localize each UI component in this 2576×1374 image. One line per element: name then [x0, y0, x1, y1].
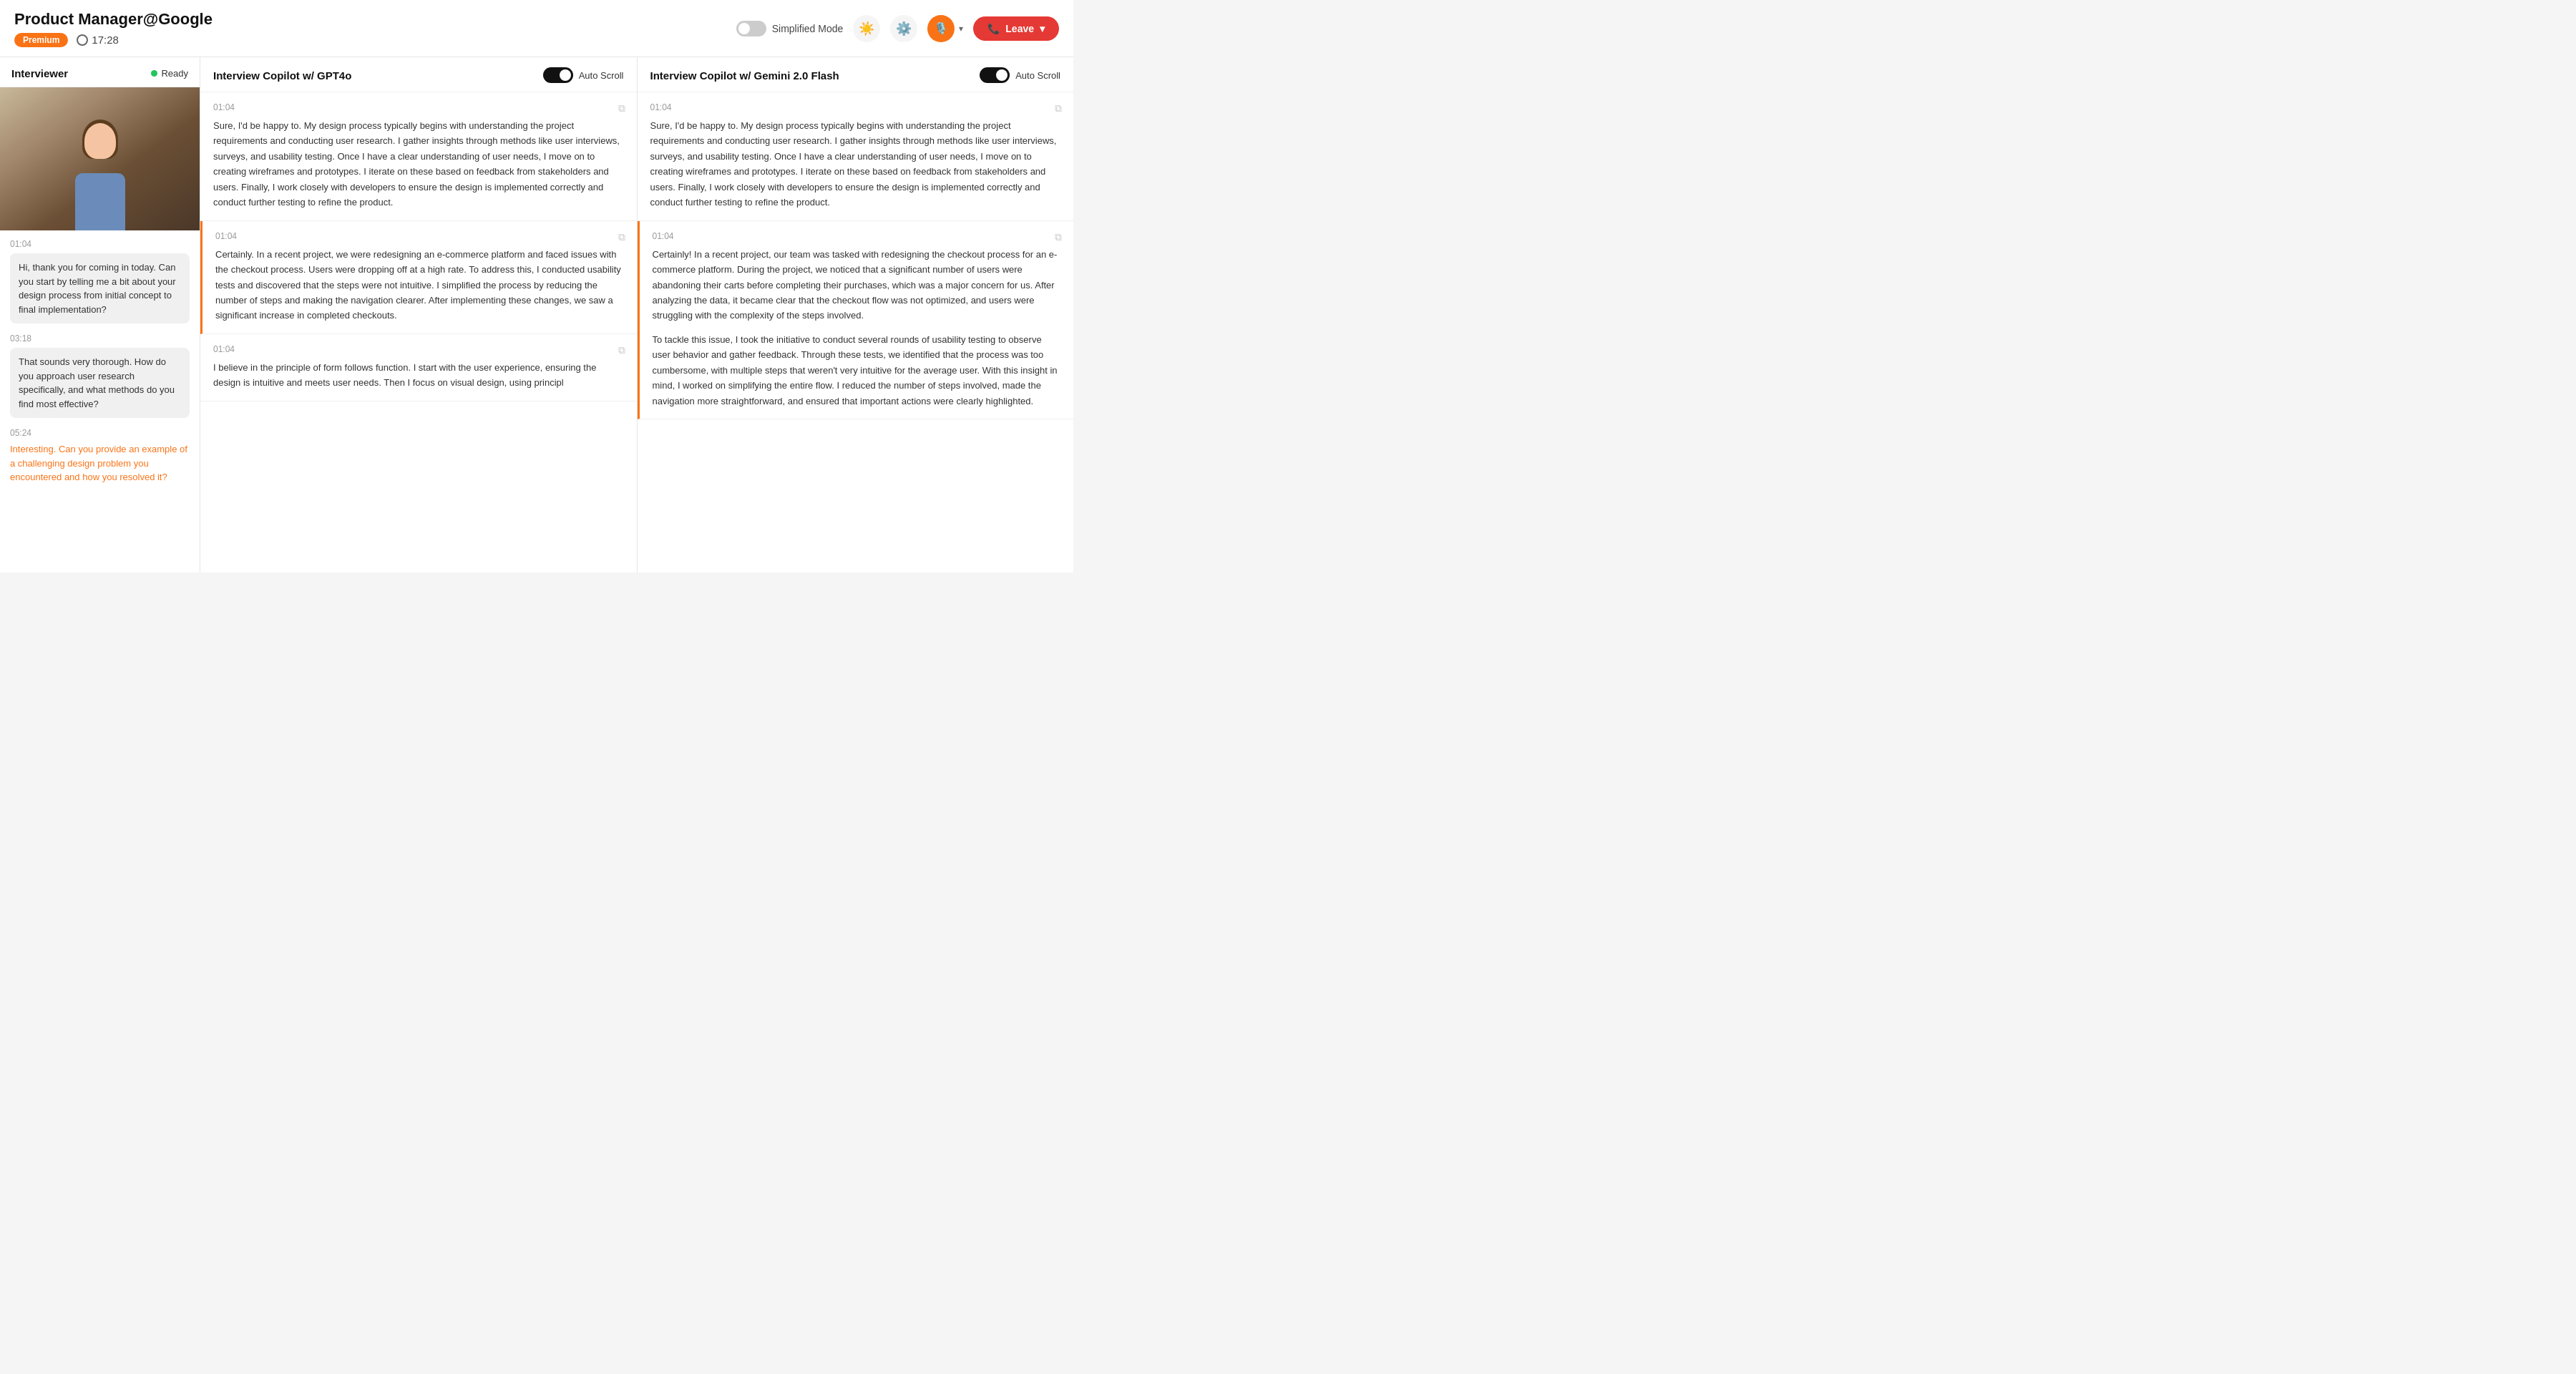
- status-dot: [151, 70, 157, 77]
- header-right: Simplified Mode ☀️ ⚙️ 🎙️ ▾ 📞 Leave ▾: [736, 15, 1059, 42]
- brightness-button[interactable]: ☀️: [853, 15, 880, 42]
- transcript-bubble-2: That sounds very thorough. How do you ap…: [10, 348, 190, 418]
- header-left: Product Manager@Google Premium 17:28: [14, 10, 213, 47]
- right-toggle-knob: [996, 69, 1008, 81]
- msg-text-m3: I believe in the principle of form follo…: [213, 360, 624, 391]
- copy-icon-r1[interactable]: ⧉: [1055, 102, 1062, 114]
- transcript-question-3: Interesting. Can you provide an example …: [10, 442, 190, 484]
- copilot-panels: Interview Copilot w/ GPT4o Auto Scroll 0…: [200, 57, 1073, 572]
- interviewer-title: Interviewer: [11, 67, 68, 79]
- list-item: 05:24 Interesting. Can you provide an ex…: [10, 428, 190, 484]
- msg-continuation-r2: To tackle this issue, I took the initiat…: [653, 332, 1061, 409]
- middle-messages-area: 01:04 Sure, I'd be happy to. My design p…: [200, 92, 637, 572]
- simplified-mode-knob: [738, 23, 750, 34]
- status-label: Ready: [161, 68, 188, 79]
- app-title: Product Manager@Google: [14, 10, 213, 29]
- list-item: 01:04 Certainly. In a recent project, we…: [200, 221, 637, 334]
- mic-group: 🎙️ ▾: [927, 15, 963, 42]
- msg-text-r1: Sure, I'd be happy to. My design process…: [650, 118, 1061, 210]
- middle-panel-title: Interview Copilot w/ GPT4o: [213, 69, 351, 82]
- middle-toggle-knob: [560, 69, 571, 81]
- middle-auto-scroll-toggle[interactable]: [543, 67, 573, 83]
- list-item: 03:18 That sounds very thorough. How do …: [10, 333, 190, 418]
- list-item: 01:04 Sure, I'd be happy to. My design p…: [638, 92, 1074, 221]
- msg-time-m3: 01:04: [213, 344, 624, 354]
- ready-status: Ready: [151, 68, 188, 79]
- main-layout: Interviewer Ready 01:04 Hi, thank you fo…: [0, 57, 1073, 572]
- transcript-time-2: 03:18: [10, 333, 190, 344]
- timer-icon: [77, 34, 88, 46]
- figure-body: [75, 173, 125, 230]
- simplified-mode-switch[interactable]: [736, 21, 766, 36]
- right-messages-area: 01:04 Sure, I'd be happy to. My design p…: [638, 92, 1074, 572]
- right-panel-title: Interview Copilot w/ Gemini 2.0 Flash: [650, 69, 839, 82]
- right-panel-header: Interview Copilot w/ Gemini 2.0 Flash Au…: [638, 57, 1074, 92]
- msg-text-m1: Sure, I'd be happy to. My design process…: [213, 118, 624, 210]
- mic-dropdown-arrow[interactable]: ▾: [959, 24, 963, 34]
- leave-icon: 📞: [987, 23, 1000, 34]
- transcript-area: 01:04 Hi, thank you for coming in today.…: [0, 230, 200, 572]
- video-feed: [0, 87, 200, 230]
- right-auto-scroll-label: Auto Scroll: [1015, 70, 1060, 81]
- middle-panel-header: Interview Copilot w/ GPT4o Auto Scroll: [200, 57, 637, 92]
- mic-button[interactable]: 🎙️: [927, 15, 955, 42]
- transcript-time-3: 05:24: [10, 428, 190, 438]
- msg-text-m2: Certainly. In a recent project, we were …: [215, 247, 624, 323]
- middle-auto-scroll: Auto Scroll: [543, 67, 624, 83]
- copy-icon-m2[interactable]: ⧉: [618, 231, 625, 243]
- msg-time-r1: 01:04: [650, 102, 1061, 112]
- list-item: 01:04 Sure, I'd be happy to. My design p…: [200, 92, 637, 221]
- msg-text-r2: Certainly! In a recent project, our team…: [653, 247, 1061, 323]
- leave-label: Leave: [1005, 23, 1034, 34]
- premium-badge: Premium: [14, 33, 68, 47]
- header: Product Manager@Google Premium 17:28 Sim…: [0, 0, 1073, 57]
- right-auto-scroll-toggle[interactable]: [980, 67, 1010, 83]
- interviewer-panel-header: Interviewer Ready: [0, 57, 200, 87]
- leave-button[interactable]: 📞 Leave ▾: [973, 16, 1059, 41]
- msg-time-r2: 01:04: [653, 231, 1061, 241]
- transcript-time-1: 01:04: [10, 239, 190, 249]
- settings-button[interactable]: ⚙️: [890, 15, 917, 42]
- middle-auto-scroll-label: Auto Scroll: [579, 70, 624, 81]
- middle-panel: Interview Copilot w/ GPT4o Auto Scroll 0…: [200, 57, 638, 572]
- copy-icon-r2[interactable]: ⧉: [1055, 231, 1062, 243]
- video-person: [57, 116, 143, 230]
- simplified-mode-toggle[interactable]: Simplified Mode: [736, 21, 844, 36]
- transcript-bubble-1: Hi, thank you for coming in today. Can y…: [10, 253, 190, 323]
- list-item: 01:04 Certainly! In a recent project, ou…: [638, 221, 1074, 419]
- simplified-mode-label: Simplified Mode: [772, 23, 844, 34]
- list-item: 01:04 Hi, thank you for coming in today.…: [10, 239, 190, 323]
- msg-time-m1: 01:04: [213, 102, 624, 112]
- right-panel: Interview Copilot w/ Gemini 2.0 Flash Au…: [638, 57, 1074, 572]
- timer-display: 17:28: [77, 34, 119, 46]
- timer-value: 17:28: [92, 34, 119, 46]
- right-auto-scroll: Auto Scroll: [980, 67, 1060, 83]
- left-panel: Interviewer Ready 01:04 Hi, thank you fo…: [0, 57, 200, 572]
- header-meta: Premium 17:28: [14, 33, 213, 47]
- copy-icon-m1[interactable]: ⧉: [618, 102, 625, 114]
- copy-icon-m3[interactable]: ⧉: [618, 344, 625, 356]
- figure-head: [84, 123, 116, 159]
- msg-text-r2-part2: To tackle this issue, I took the initiat…: [653, 332, 1061, 409]
- msg-time-m2: 01:04: [215, 231, 624, 241]
- list-item: 01:04 I believe in the principle of form…: [200, 334, 637, 401]
- leave-dropdown-arrow[interactable]: ▾: [1040, 23, 1045, 34]
